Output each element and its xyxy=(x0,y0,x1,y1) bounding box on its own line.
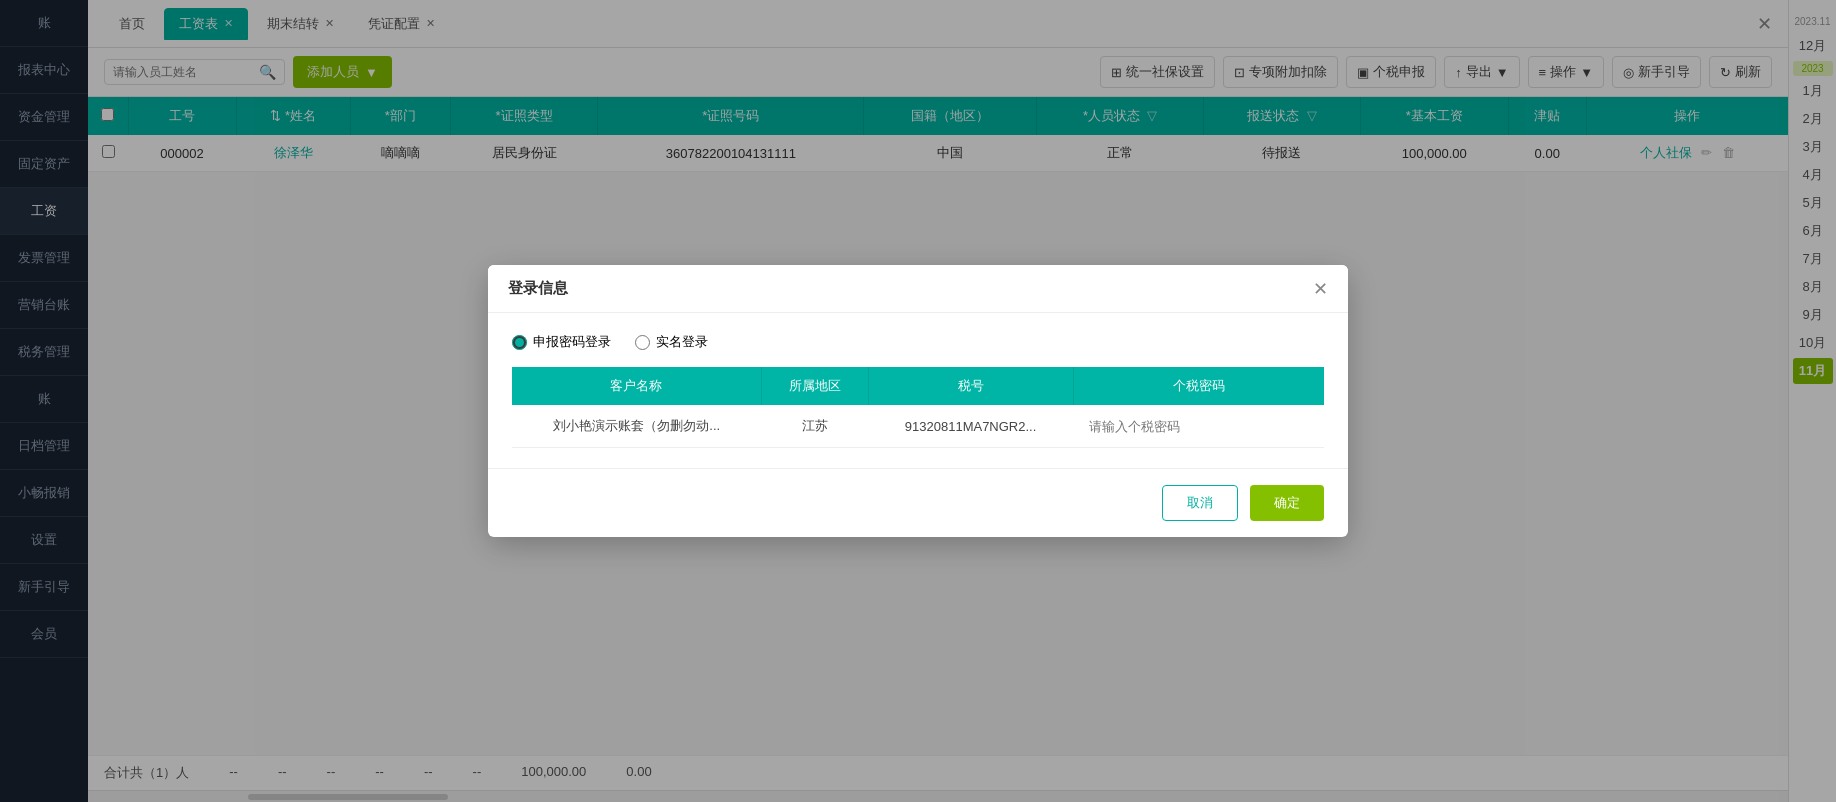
modal-body: 申报密码登录 实名登录 客户名称 所属地区 税号 个税密码 xyxy=(488,313,1348,468)
modal-title: 登录信息 xyxy=(508,279,568,298)
modal-footer: 取消 确定 xyxy=(488,468,1348,537)
modal-cell-tax-no: 91320811MA7NGR2... xyxy=(868,405,1073,448)
modal-backdrop: 登录信息 ✕ 申报密码登录 实名登录 客户名称 所属地区 xyxy=(0,0,1836,802)
modal-table-row: 刘小艳演示账套（勿删勿动... 江苏 91320811MA7NGR2... xyxy=(512,405,1324,448)
modal-cell-region: 江苏 xyxy=(761,405,868,448)
radio-password-input[interactable] xyxy=(512,335,527,350)
cancel-button[interactable]: 取消 xyxy=(1162,485,1238,521)
login-info-modal: 登录信息 ✕ 申报密码登录 实名登录 客户名称 所属地区 xyxy=(488,265,1348,537)
confirm-button[interactable]: 确定 xyxy=(1250,485,1324,521)
modal-close-button[interactable]: ✕ xyxy=(1313,280,1328,298)
modal-cell-password[interactable] xyxy=(1073,405,1324,448)
modal-col-password: 个税密码 xyxy=(1073,367,1324,405)
radio-realname-input[interactable] xyxy=(635,335,650,350)
client-table: 客户名称 所属地区 税号 个税密码 刘小艳演示账套（勿删勿动... 江苏 xyxy=(512,367,1324,448)
modal-col-region: 所属地区 xyxy=(761,367,868,405)
radio-realname-login[interactable]: 实名登录 xyxy=(635,333,708,351)
modal-col-name: 客户名称 xyxy=(512,367,761,405)
password-input[interactable] xyxy=(1089,419,1308,434)
modal-header: 登录信息 ✕ xyxy=(488,265,1348,313)
radio-password-login[interactable]: 申报密码登录 xyxy=(512,333,611,351)
modal-col-tax-no: 税号 xyxy=(868,367,1073,405)
modal-cell-name: 刘小艳演示账套（勿删勿动... xyxy=(512,405,761,448)
login-type-radio-group: 申报密码登录 实名登录 xyxy=(512,333,1324,351)
